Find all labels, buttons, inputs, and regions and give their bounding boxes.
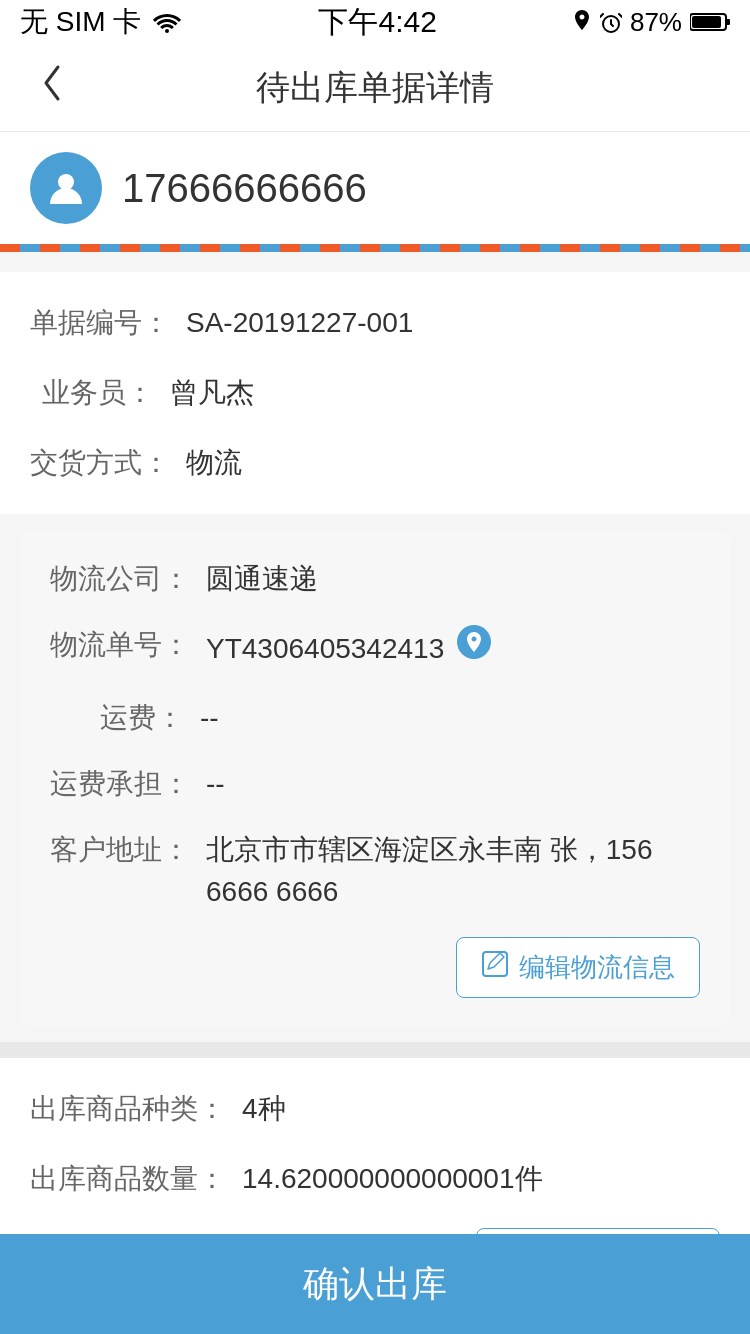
confirm-button-text: 确认出库 (303, 1260, 447, 1309)
battery-icon (690, 12, 730, 32)
product-quantity-value: 14.620000000000001件 (242, 1158, 720, 1200)
content-area: 17666666666 单据编号： SA-20191227-001 业务员： 曾… (0, 132, 750, 1334)
document-number-value: SA-20191227-001 (186, 302, 720, 344)
dashed-separator (0, 244, 750, 252)
nav-bar: 待出库单据详情 (0, 44, 750, 132)
edit-btn-row: 编辑物流信息 (50, 937, 700, 998)
logistics-card: 物流公司： 圆通速递 物流单号： YT4306405342413 运费： -- (20, 530, 730, 1026)
avatar (30, 152, 102, 224)
customer-address-value: 北京市市辖区海淀区永丰南 张，156 6666 6666 (206, 829, 700, 913)
freight-value: -- (200, 697, 700, 739)
logistics-number-value: YT4306405342413 (206, 624, 700, 673)
logistics-company-value: 圆通速递 (206, 558, 700, 600)
freight-bearer-value: -- (206, 763, 700, 805)
status-left: 无 SIM 卡 (20, 3, 183, 41)
product-quantity-row: 出库商品数量： 14.620000000000001件 (30, 1158, 720, 1200)
status-bar: 无 SIM 卡 下午4:42 87% (0, 0, 750, 44)
customer-phone: 17666666666 (122, 166, 367, 211)
product-quantity-label: 出库商品数量： (30, 1158, 242, 1200)
logistics-number-text: YT4306405342413 (206, 628, 444, 670)
logistics-number-row: 物流单号： YT4306405342413 (50, 624, 700, 673)
location-status-icon (572, 10, 592, 34)
product-type-label: 出库商品种类： (30, 1088, 242, 1130)
page-title: 待出库单据详情 (256, 65, 494, 111)
status-right: 87% (572, 7, 730, 38)
freight-bearer-row: 运费承担： -- (50, 763, 700, 805)
customer-header: 17666666666 (0, 132, 750, 244)
wifi-icon (151, 11, 183, 33)
document-number-label: 单据编号： (30, 302, 186, 344)
carrier-text: 无 SIM 卡 (20, 3, 141, 41)
basic-info-section: 单据编号： SA-20191227-001 业务员： 曾凡杰 交货方式： 物流 (0, 272, 750, 514)
customer-address-label: 客户地址： (50, 829, 206, 871)
edit-logistics-button[interactable]: 编辑物流信息 (456, 937, 700, 998)
logistics-company-label: 物流公司： (50, 558, 206, 600)
customer-address-row: 客户地址： 北京市市辖区海淀区永丰南 张，156 6666 6666 (50, 829, 700, 913)
confirm-button[interactable]: 确认出库 (0, 1234, 750, 1334)
salesperson-value: 曾凡杰 (170, 372, 720, 414)
back-button[interactable] (30, 53, 74, 122)
edit-logistics-label: 编辑物流信息 (519, 950, 675, 985)
freight-bearer-label: 运费承担： (50, 763, 206, 805)
salesperson-label: 业务员： (30, 372, 170, 414)
product-type-value: 4种 (242, 1088, 720, 1130)
document-number-row: 单据编号： SA-20191227-001 (30, 302, 720, 344)
svg-point-4 (58, 174, 74, 190)
person-icon (44, 166, 88, 210)
product-type-row: 出库商品种类： 4种 (30, 1088, 720, 1130)
battery-text: 87% (630, 7, 682, 38)
logistics-number-label: 物流单号： (50, 624, 206, 666)
freight-row: 运费： -- (50, 697, 700, 739)
svg-rect-2 (726, 19, 730, 25)
delivery-method-label: 交货方式： (30, 442, 186, 484)
status-time: 下午4:42 (318, 2, 436, 43)
section-divider (0, 1042, 750, 1058)
svg-rect-3 (692, 16, 721, 28)
edit-icon (481, 950, 509, 985)
freight-label: 运费： (50, 697, 200, 739)
logistics-company-row: 物流公司： 圆通速递 (50, 558, 700, 600)
delivery-method-row: 交货方式： 物流 (30, 442, 720, 484)
alarm-status-icon (600, 10, 622, 34)
salesperson-row: 业务员： 曾凡杰 (30, 372, 720, 414)
track-location-icon[interactable] (456, 624, 492, 673)
delivery-method-value: 物流 (186, 442, 720, 484)
